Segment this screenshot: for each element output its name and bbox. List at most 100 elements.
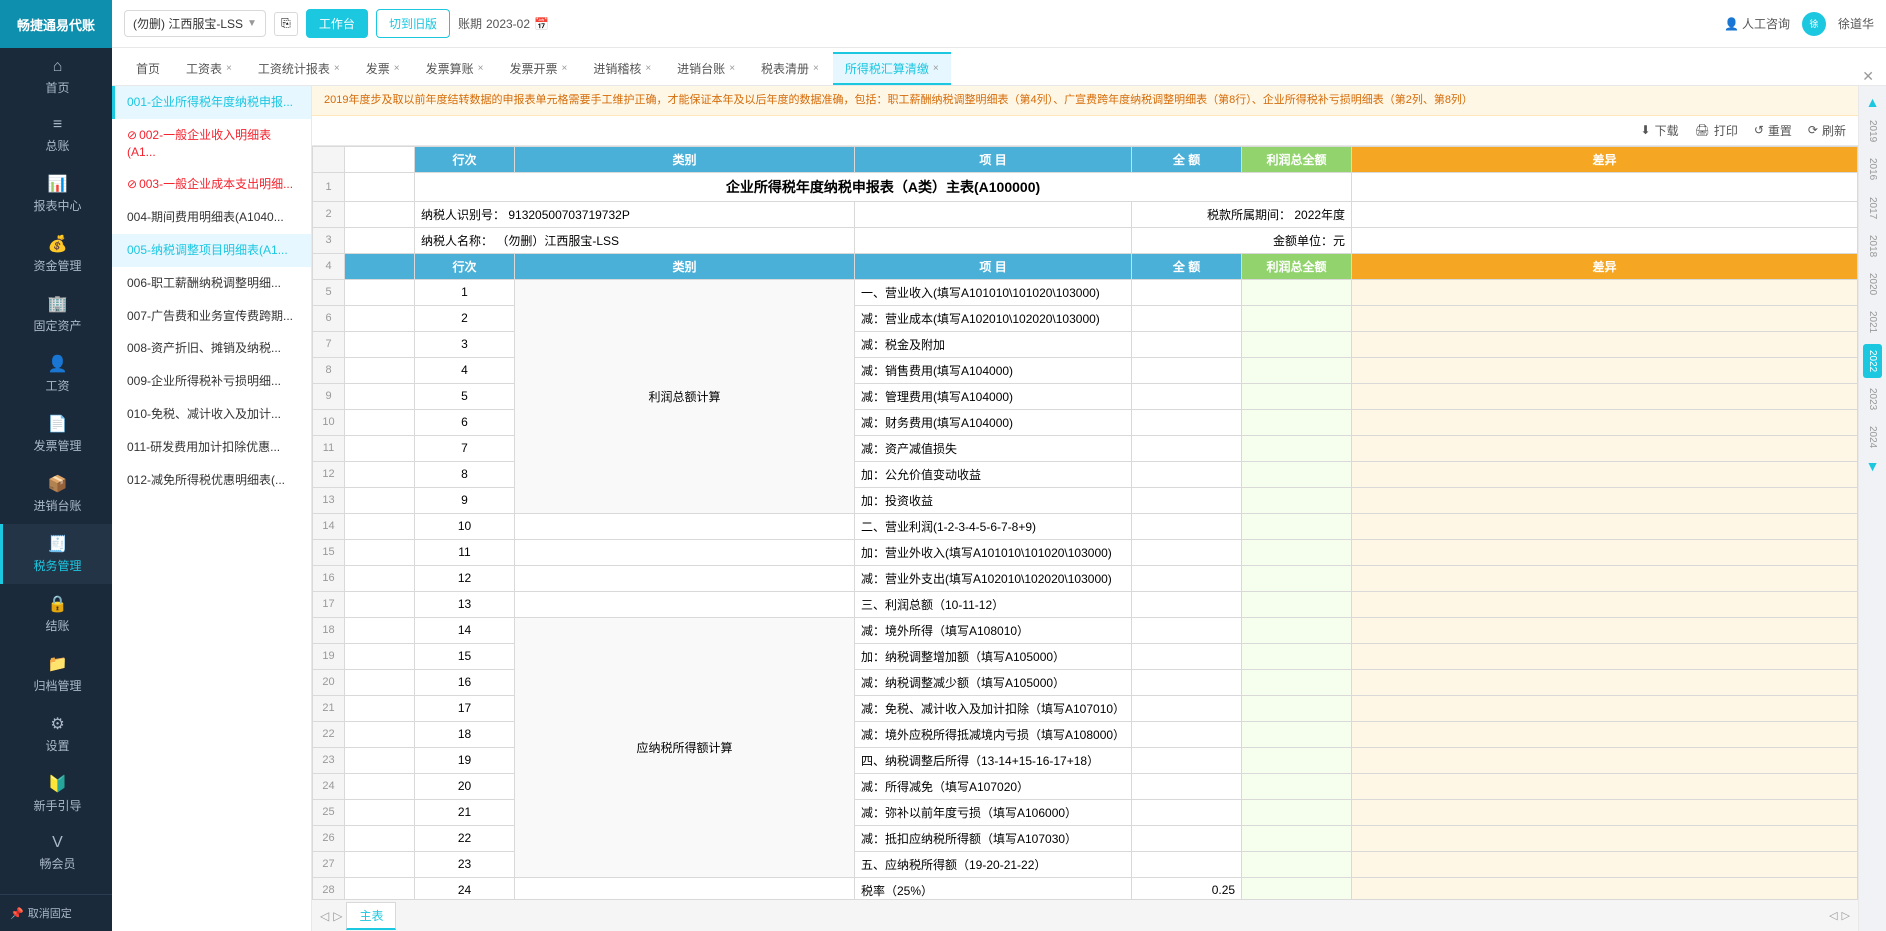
diff-cell[interactable] (1352, 435, 1858, 461)
spreadsheet-container[interactable]: 行次 类别 项 目 全 额 利润总全额 差异 1 (312, 146, 1858, 900)
download-button[interactable]: ⬇ 下载 (1641, 122, 1679, 139)
sidebar-item-vip[interactable]: V 畅会员 (0, 824, 112, 882)
amount-cell[interactable] (1132, 617, 1242, 643)
diff-cell[interactable] (1352, 513, 1858, 539)
tab-invoice-open[interactable]: 发票开票 × (497, 54, 579, 85)
sidebar-item-archive[interactable]: 📁 归档管理 (0, 644, 112, 704)
profit-cell[interactable] (1242, 409, 1352, 435)
tab-tax-clearance[interactable]: 税表清册 × (749, 54, 831, 85)
timeline-2024[interactable]: 2024 (1863, 420, 1882, 454)
sidebar-item-closing[interactable]: 🔒 结账 (0, 584, 112, 644)
diff-cell[interactable] (1352, 747, 1858, 773)
amount-cell[interactable] (1132, 565, 1242, 591)
profit-cell[interactable] (1242, 539, 1352, 565)
nav-arrows[interactable]: ◁ ▷ (320, 909, 342, 923)
close-payroll-stats-tab[interactable]: × (334, 63, 340, 74)
diff-cell[interactable] (1352, 721, 1858, 747)
profit-cell[interactable] (1242, 721, 1352, 747)
tab-payroll-stats[interactable]: 工资统计报表 × (246, 54, 352, 85)
diff-cell[interactable] (1352, 773, 1858, 799)
amount-cell[interactable] (1132, 409, 1242, 435)
sidebar-item-tax-mgmt[interactable]: 🧾 税务管理 (0, 524, 112, 584)
profit-cell[interactable] (1242, 825, 1352, 851)
diff-cell[interactable] (1352, 825, 1858, 851)
profit-cell[interactable] (1242, 565, 1352, 591)
close-sales-check-tab[interactable]: × (645, 63, 651, 74)
profit-cell[interactable] (1242, 877, 1352, 899)
company-selector[interactable]: (勿删) 江西服宝-LSS ▼ (124, 10, 266, 37)
diff-cell[interactable] (1352, 877, 1858, 899)
copy-button[interactable]: ⎘ (274, 12, 298, 36)
close-tax-clearance-tab[interactable]: × (813, 63, 819, 74)
close-invoice-open-tab[interactable]: × (561, 63, 567, 74)
sidebar-item-fund-mgmt[interactable]: 💰 资金管理 (0, 224, 112, 284)
nav-next-icon[interactable]: ▷ (333, 909, 342, 923)
amount-cell[interactable] (1132, 591, 1242, 617)
diff-cell[interactable] (1352, 591, 1858, 617)
profit-cell[interactable] (1242, 591, 1352, 617)
sidebar-item-sales-import[interactable]: 📦 进销台账 (0, 464, 112, 524)
sidebar-item-settings[interactable]: ⚙ 设置 (0, 704, 112, 764)
amount-cell[interactable] (1132, 357, 1242, 383)
profit-cell[interactable] (1242, 383, 1352, 409)
diff-cell[interactable] (1352, 409, 1858, 435)
profit-cell[interactable] (1242, 305, 1352, 331)
profit-cell[interactable] (1242, 331, 1352, 357)
timeline-up-icon[interactable]: ▲ (1866, 94, 1880, 110)
amount-cell[interactable] (1132, 695, 1242, 721)
left-panel-item-012[interactable]: 012-减免所得税优惠明细表(... (112, 464, 311, 497)
diff-cell[interactable] (1352, 851, 1858, 877)
left-panel-item-004[interactable]: 004-期间费用明细表(A1040... (112, 201, 311, 234)
sidebar-item-fixed-assets[interactable]: 🏢 固定资产 (0, 284, 112, 344)
diff-cell[interactable] (1352, 357, 1858, 383)
amount-cell[interactable] (1132, 487, 1242, 513)
close-all-icon[interactable]: ✕ (1862, 68, 1874, 85)
amount-cell[interactable] (1132, 773, 1242, 799)
diff-cell[interactable] (1352, 331, 1858, 357)
profit-cell[interactable] (1242, 357, 1352, 383)
sidebar-item-home[interactable]: ⌂ 首页 (0, 48, 112, 106)
timeline-2023[interactable]: 2023 (1863, 382, 1882, 416)
profit-cell[interactable] (1242, 513, 1352, 539)
sidebar-item-guide[interactable]: 🔰 新手引导 (0, 764, 112, 824)
diff-cell[interactable] (1352, 383, 1858, 409)
tab-payroll[interactable]: 工资表 × (174, 54, 244, 85)
sidebar-item-report-center[interactable]: 📊 报表中心 (0, 164, 112, 224)
timeline-2017[interactable]: 2017 (1863, 191, 1882, 225)
reset-button[interactable]: ↺ 重置 (1754, 122, 1792, 139)
amount-cell[interactable] (1132, 539, 1242, 565)
calendar-icon[interactable]: 📅 (534, 17, 549, 31)
amount-cell[interactable] (1132, 305, 1242, 331)
close-income-tax-tab[interactable]: × (933, 63, 939, 74)
left-panel-item-010[interactable]: 010-免税、减计收入及加计... (112, 398, 311, 431)
profit-cell[interactable] (1242, 435, 1352, 461)
refresh-button[interactable]: ⟳ 刷新 (1808, 122, 1846, 139)
timeline-2021[interactable]: 2021 (1863, 305, 1882, 339)
amount-cell[interactable] (1132, 513, 1242, 539)
amount-cell[interactable] (1132, 383, 1242, 409)
diff-cell[interactable] (1352, 669, 1858, 695)
profit-cell[interactable] (1242, 799, 1352, 825)
amount-cell[interactable] (1132, 331, 1242, 357)
user-service-link[interactable]: 👤 人工咨询 (1724, 15, 1790, 32)
sidebar-item-payroll[interactable]: 👤 工资 (0, 344, 112, 404)
profit-cell[interactable] (1242, 773, 1352, 799)
left-panel-item-003[interactable]: ⊘003-一般企业成本支出明细... (112, 168, 311, 201)
amount-cell[interactable] (1132, 669, 1242, 695)
sheet-tab-main[interactable]: 主表 (346, 902, 396, 930)
diff-cell[interactable] (1352, 617, 1858, 643)
diff-cell[interactable] (1352, 643, 1858, 669)
close-invoice-calc-tab[interactable]: × (478, 63, 484, 74)
amount-cell[interactable]: 0.25 (1132, 877, 1242, 899)
tab-sales-ledger[interactable]: 进销台账 × (665, 54, 747, 85)
amount-cell[interactable] (1132, 435, 1242, 461)
close-sales-ledger-tab[interactable]: × (729, 63, 735, 74)
tab-invoice-calc[interactable]: 发票算账 × (414, 54, 496, 85)
profit-cell[interactable] (1242, 851, 1352, 877)
diff-cell[interactable] (1352, 695, 1858, 721)
unpin-button[interactable]: 📌 取消固定 (0, 894, 112, 931)
tab-home[interactable]: 首页 (124, 54, 172, 85)
sidebar-item-invoice-mgmt[interactable]: 📄 发票管理 (0, 404, 112, 464)
timeline-2020[interactable]: 2020 (1863, 267, 1882, 301)
profit-cell[interactable] (1242, 461, 1352, 487)
